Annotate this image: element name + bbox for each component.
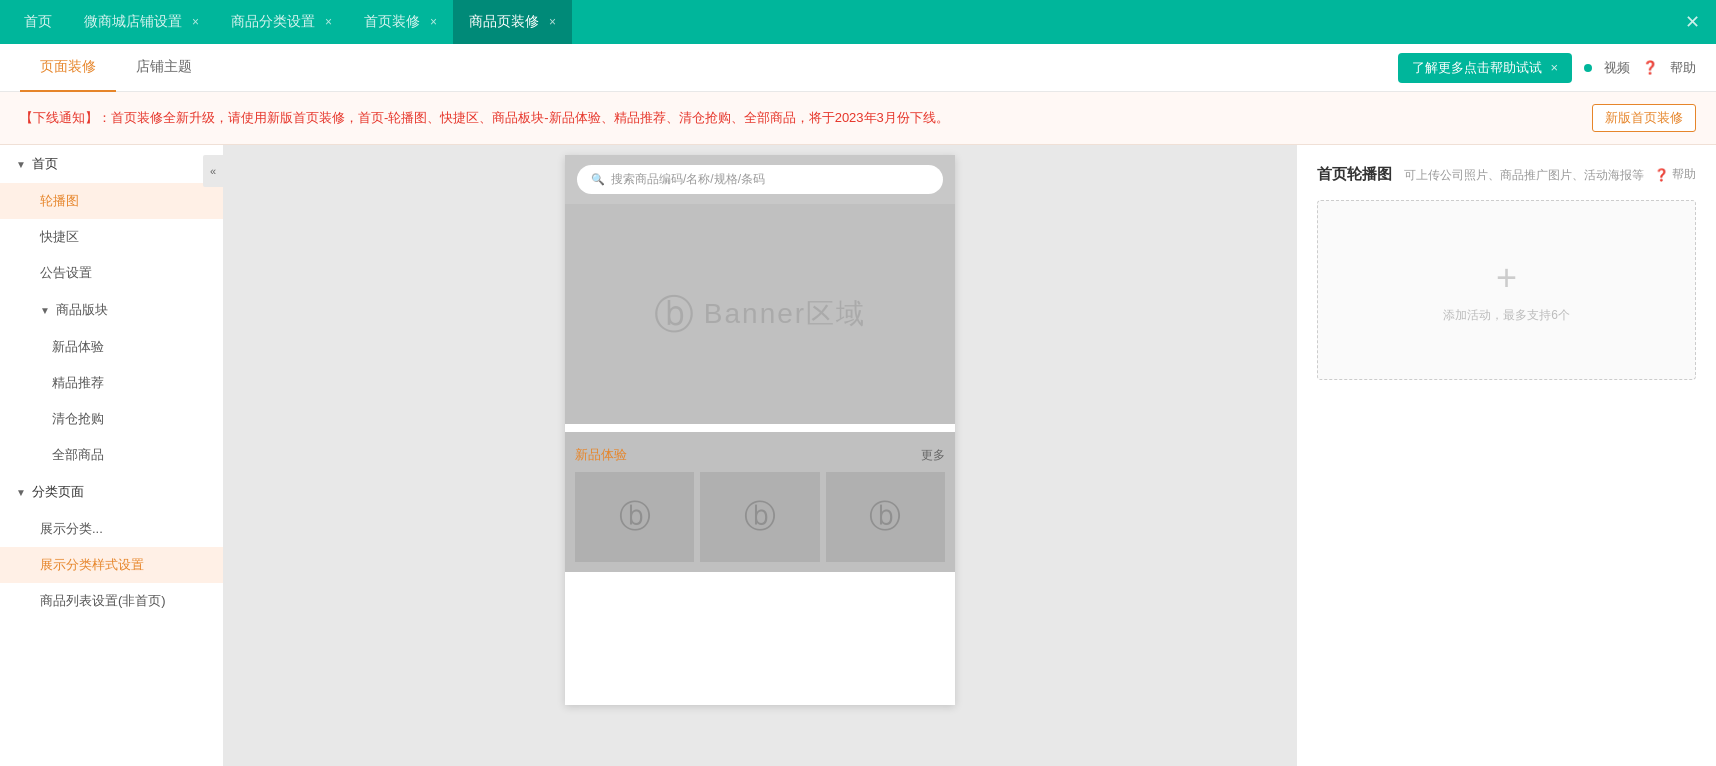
banner-text: Banner区域 [704,295,866,333]
preview-area: 🔍 搜索商品编码/名称/规格/条码 ⓑ Banner区域 新品体验 更多 ⓑ [224,145,1296,766]
upload-area[interactable]: + 添加活动，最多支持6个 [1317,200,1696,380]
help-banner-text: 了解更多点击帮助试试 [1412,59,1542,77]
product-section: 新品体验 更多 ⓑ ⓑ ⓑ [565,432,955,572]
tab-close-homepage[interactable]: × [430,15,437,29]
tab-homepage-decor[interactable]: 首页装修 × [348,0,453,44]
help-right: 了解更多点击帮助试试 × 视频 ❓ 帮助 [1398,53,1696,83]
sidebar-item-clearance[interactable]: 清仓抢购 [0,401,223,437]
product-card-2: ⓑ [700,472,819,562]
right-panel-title: 首页轮播图 [1317,165,1392,182]
main-layout: « ▼ 首页 轮播图 快捷区 公告设置 ▼ 商品版块 新品体验 精品推荐 清仓抢… [0,145,1716,766]
new-homepage-decor-button[interactable]: 新版首页装修 [1592,104,1696,132]
banner-logo: ⓑ Banner区域 [654,287,866,342]
sub-tabs: 页面装修 店铺主题 [20,44,212,92]
tab-close-product[interactable]: × [549,15,556,29]
sidebar: « ▼ 首页 轮播图 快捷区 公告设置 ▼ 商品版块 新品体验 精品推荐 清仓抢… [0,145,224,766]
sidebar-section-homepage[interactable]: ▼ 首页 [0,145,223,183]
sidebar-item-show-category[interactable]: 展示分类... [0,511,223,547]
more-link[interactable]: 更多 [921,447,945,464]
tab-close-category[interactable]: × [325,15,332,29]
search-icon: 🔍 [591,173,605,186]
arrow-homepage: ▼ [16,159,26,170]
help-label[interactable]: 帮助 [1670,59,1696,77]
tab-store-theme[interactable]: 店铺主题 [116,44,212,92]
sidebar-section-homepage-label: 首页 [32,155,58,173]
tab-store-settings[interactable]: 微商城店铺设置 × [68,0,215,44]
window-close-button[interactable]: ✕ [1677,11,1708,33]
upload-text: 添加活动，最多支持6个 [1443,307,1570,324]
product-grid: ⓑ ⓑ ⓑ [575,472,945,562]
help-banner-close[interactable]: × [1550,60,1558,75]
right-panel-title-area: 首页轮播图 可上传公司照片、商品推广图片、活动海报等 [1317,165,1644,184]
sidebar-item-notice[interactable]: 公告设置 [0,255,223,291]
tab-home[interactable]: 首页 [8,0,68,44]
sub-tab-bar: 页面装修 店铺主题 了解更多点击帮助试试 × 视频 ❓ 帮助 [0,44,1716,92]
product-section-header: 新品体验 更多 [575,442,945,472]
arrow-product-block: ▼ [40,305,50,316]
sidebar-item-product-block[interactable]: ▼ 商品版块 [0,291,223,329]
sidebar-item-category-style[interactable]: 展示分类样式设置 [0,547,223,583]
sidebar-section-category[interactable]: ▼ 分类页面 [0,473,223,511]
right-panel-help[interactable]: ❓ 帮助 [1654,166,1696,183]
phone-frame: 🔍 搜索商品编码/名称/规格/条码 ⓑ Banner区域 新品体验 更多 ⓑ [565,155,955,705]
sidebar-item-banner[interactable]: 轮播图 [0,183,223,219]
sidebar-item-product-list[interactable]: 商品列表设置(非首页) [0,583,223,619]
help-dot [1584,64,1592,72]
upload-plus-icon: + [1496,257,1517,299]
tab-product-decor[interactable]: 商品页装修 × [453,0,572,44]
phone-search-bar: 🔍 搜索商品编码/名称/规格/条码 [565,155,955,204]
right-panel: 首页轮播图 可上传公司照片、商品推广图片、活动海报等 ❓ 帮助 + 添加活动，最… [1296,145,1716,766]
sidebar-item-new-product[interactable]: 新品体验 [0,329,223,365]
tab-category-settings[interactable]: 商品分类设置 × [215,0,348,44]
help-video-link[interactable]: 视频 [1604,59,1630,77]
right-panel-subtitle: 可上传公司照片、商品推广图片、活动海报等 [1404,168,1644,182]
right-panel-header: 首页轮播图 可上传公司照片、商品推广图片、活动海报等 ❓ 帮助 [1317,165,1696,184]
sidebar-item-shortcut[interactable]: 快捷区 [0,219,223,255]
phone-search-box[interactable]: 🔍 搜索商品编码/名称/规格/条码 [577,165,943,194]
tab-page-decor[interactable]: 页面装修 [20,44,116,92]
banner-area: ⓑ Banner区域 [565,204,955,424]
sidebar-collapse-button[interactable]: « [203,155,223,187]
help-question-icon: ❓ [1654,168,1669,182]
notice-text: 【下线通知】：首页装修全新升级，请使用新版首页装修，首页-轮播图、快捷区、商品板… [20,109,1582,127]
help-icon: ❓ [1642,60,1658,75]
phone-search-placeholder: 搜索商品编码/名称/规格/条码 [611,171,765,188]
notice-bar: 【下线通知】：首页装修全新升级，请使用新版首页装修，首页-轮播图、快捷区、商品板… [0,92,1716,145]
product-card-3: ⓑ [826,472,945,562]
product-card-1: ⓑ [575,472,694,562]
tab-bar: 首页 微商城店铺设置 × 商品分类设置 × 首页装修 × 商品页装修 × ✕ [0,0,1716,44]
sidebar-section-category-label: 分类页面 [32,483,84,501]
help-banner[interactable]: 了解更多点击帮助试试 × [1398,53,1572,83]
sidebar-item-all-products[interactable]: 全部商品 [0,437,223,473]
new-product-title: 新品体验 [575,446,627,464]
tab-close-store[interactable]: × [192,15,199,29]
arrow-category: ▼ [16,487,26,498]
sidebar-item-featured[interactable]: 精品推荐 [0,365,223,401]
